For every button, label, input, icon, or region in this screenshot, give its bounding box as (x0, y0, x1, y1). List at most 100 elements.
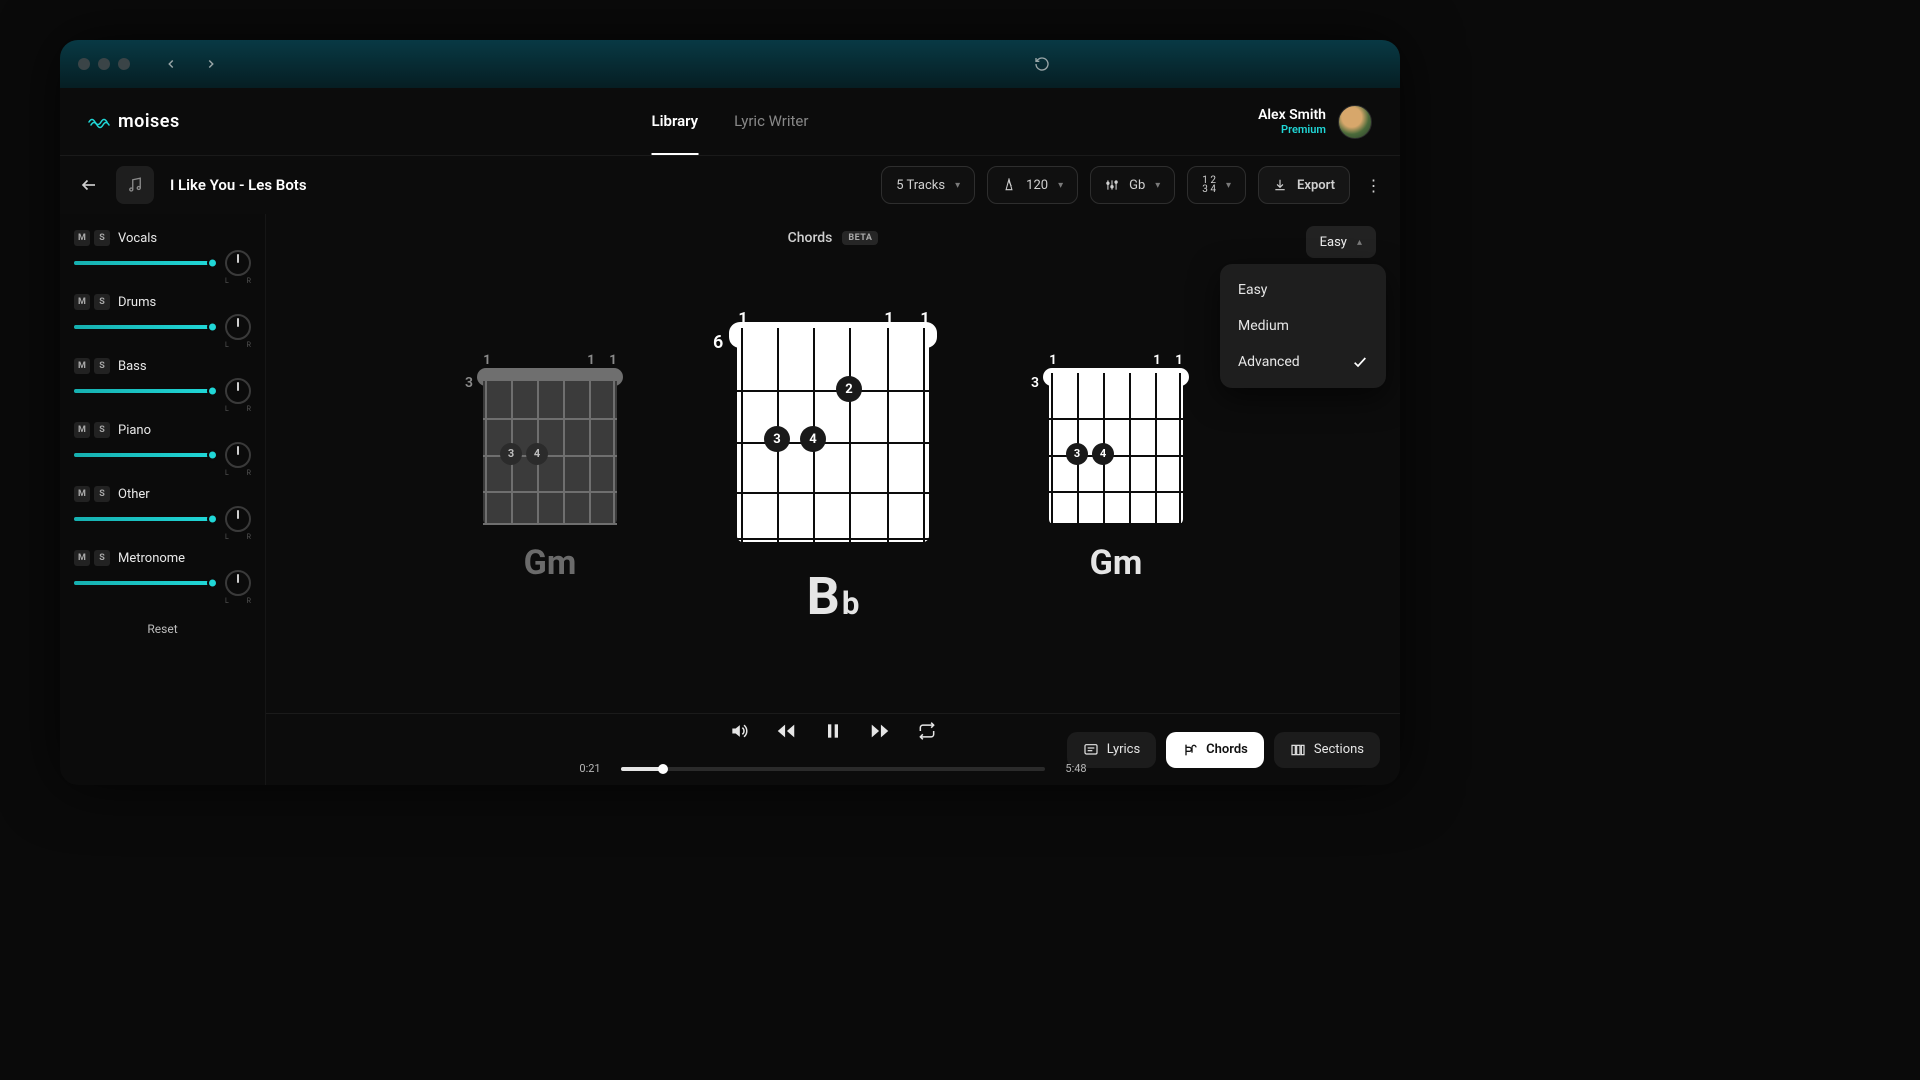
volume-slider[interactable] (74, 517, 215, 521)
view-sections-button[interactable]: Sections (1274, 732, 1380, 768)
mute-button[interactable]: M (74, 230, 90, 246)
song-back-button[interactable] (74, 170, 104, 200)
track-name: Vocals (118, 231, 157, 246)
track-name: Other (118, 487, 150, 502)
chords-title: Chords (788, 230, 833, 246)
loop-button[interactable] (917, 721, 937, 741)
solo-button[interactable]: S (94, 422, 110, 438)
song-toolbar: I Like You - Les Bots 5 Tracks ▾ 120 ▾ G… (60, 156, 1400, 214)
finger-dot: 3 (764, 426, 790, 452)
app-header: moises Library Lyric Writer Alex Smith P… (60, 88, 1400, 156)
key-dropdown[interactable]: Gb ▾ (1090, 166, 1175, 204)
chevron-down-icon: ▾ (1058, 180, 1063, 191)
user-text: Alex Smith Premium (1258, 107, 1326, 137)
reset-button[interactable]: Reset (74, 622, 251, 636)
view-chords-button[interactable]: Chords (1166, 732, 1264, 768)
body: M S Vocals LR MS Drums (60, 214, 1400, 785)
chord-name: Gm (1090, 543, 1143, 583)
more-menu-icon[interactable]: ⋮ (1362, 176, 1386, 195)
pan-knob[interactable] (225, 378, 251, 404)
volume-slider[interactable] (74, 453, 215, 457)
download-icon (1273, 178, 1287, 192)
pan-knob[interactable] (225, 250, 251, 276)
user-area[interactable]: Alex Smith Premium (1258, 105, 1372, 139)
min-dot[interactable] (98, 58, 110, 70)
chord-name: Gm (524, 543, 577, 583)
rewind-button[interactable] (775, 720, 797, 742)
chord-next: 3 1 1 1 3 (1049, 373, 1183, 583)
solo-button[interactable]: S (94, 294, 110, 310)
track-name: Bass (118, 359, 147, 374)
volume-icon[interactable] (729, 721, 749, 741)
check-icon (1352, 354, 1368, 370)
track-name: Piano (118, 423, 151, 438)
chevron-down-icon: ▾ (955, 180, 960, 191)
tracks-label: 5 Tracks (896, 178, 945, 193)
key-value: Gb (1129, 178, 1145, 193)
volume-slider[interactable] (74, 581, 215, 585)
chord-name: Bb (807, 566, 860, 627)
tab-library[interactable]: Library (652, 88, 699, 155)
user-plan: Premium (1258, 123, 1326, 136)
difficulty-option-easy[interactable]: Easy (1220, 272, 1386, 308)
track-mixer-sidebar: M S Vocals LR MS Drums (60, 214, 266, 785)
time-total: 5:48 (1059, 762, 1093, 775)
reload-icon[interactable] (1034, 56, 1050, 72)
barre-finger: 1 (609, 353, 616, 368)
difficulty-option-medium[interactable]: Medium (1220, 308, 1386, 344)
track-name: Drums (118, 295, 156, 310)
barre-finger: 1 (1175, 353, 1182, 368)
solo-button[interactable]: S (94, 230, 110, 246)
pan-knob[interactable] (225, 570, 251, 596)
track-name: Metronome (118, 551, 185, 566)
tracks-dropdown[interactable]: 5 Tracks ▾ (881, 166, 975, 204)
nav-tabs: Library Lyric Writer (652, 88, 809, 155)
main-panel: Chords BETA Easy ▴ Easy Medium Advanced (266, 214, 1400, 785)
difficulty-option-advanced[interactable]: Advanced (1220, 344, 1386, 380)
difficulty-dropdown[interactable]: Easy ▴ (1306, 226, 1376, 258)
chord-current: 6 1 1 1 2 (737, 328, 929, 627)
mute-button[interactable]: M (74, 550, 90, 566)
volume-slider[interactable] (74, 261, 215, 265)
max-dot[interactable] (118, 58, 130, 70)
pan-knob[interactable] (225, 314, 251, 340)
finger-dot: 4 (526, 443, 548, 465)
time-current: 0:21 (573, 762, 607, 775)
pan-knob[interactable] (225, 442, 251, 468)
mute-button[interactable]: M (74, 294, 90, 310)
track-row: MS Bass LR (74, 358, 251, 404)
chevron-down-icon: ▾ (1226, 180, 1231, 191)
volume-slider[interactable] (74, 389, 215, 393)
export-button[interactable]: Export (1258, 166, 1350, 204)
barre-finger: 1 (1153, 353, 1160, 368)
barre-finger: 1 (1049, 353, 1056, 368)
solo-button[interactable]: S (94, 486, 110, 502)
solo-button[interactable]: S (94, 550, 110, 566)
volume-slider[interactable] (74, 325, 215, 329)
forward-button[interactable] (869, 720, 891, 742)
fret-number: 3 (1031, 375, 1039, 391)
close-dot[interactable] (78, 58, 90, 70)
metronome-icon (1002, 178, 1016, 192)
mute-button[interactable]: M (74, 422, 90, 438)
playbar: 0:21 5:48 Lyrics Chords (266, 713, 1400, 785)
progress-track[interactable] (621, 767, 1045, 771)
fret-number: 6 (713, 332, 723, 353)
pause-button[interactable] (823, 721, 843, 741)
tempo-dropdown[interactable]: 120 ▾ (987, 166, 1078, 204)
chord-prev: 3 1 1 1 3 (483, 373, 617, 583)
back-arrow-icon[interactable] (158, 51, 184, 77)
mute-button[interactable]: M (74, 358, 90, 374)
view-label: Lyrics (1107, 742, 1140, 757)
tab-lyric-writer[interactable]: Lyric Writer (734, 88, 808, 155)
solo-button[interactable]: S (94, 358, 110, 374)
brand-logo[interactable]: moises (88, 111, 180, 132)
mute-button[interactable]: M (74, 486, 90, 502)
forward-arrow-icon[interactable] (198, 51, 224, 77)
view-switcher: Lyrics Chords Sections (1067, 732, 1380, 768)
pan-knob[interactable] (225, 506, 251, 532)
avatar[interactable] (1338, 105, 1372, 139)
transport-controls (729, 720, 937, 742)
timesig-dropdown[interactable]: 1 2 3 4 ▾ (1187, 166, 1246, 204)
finger-dot: 3 (1066, 443, 1088, 465)
